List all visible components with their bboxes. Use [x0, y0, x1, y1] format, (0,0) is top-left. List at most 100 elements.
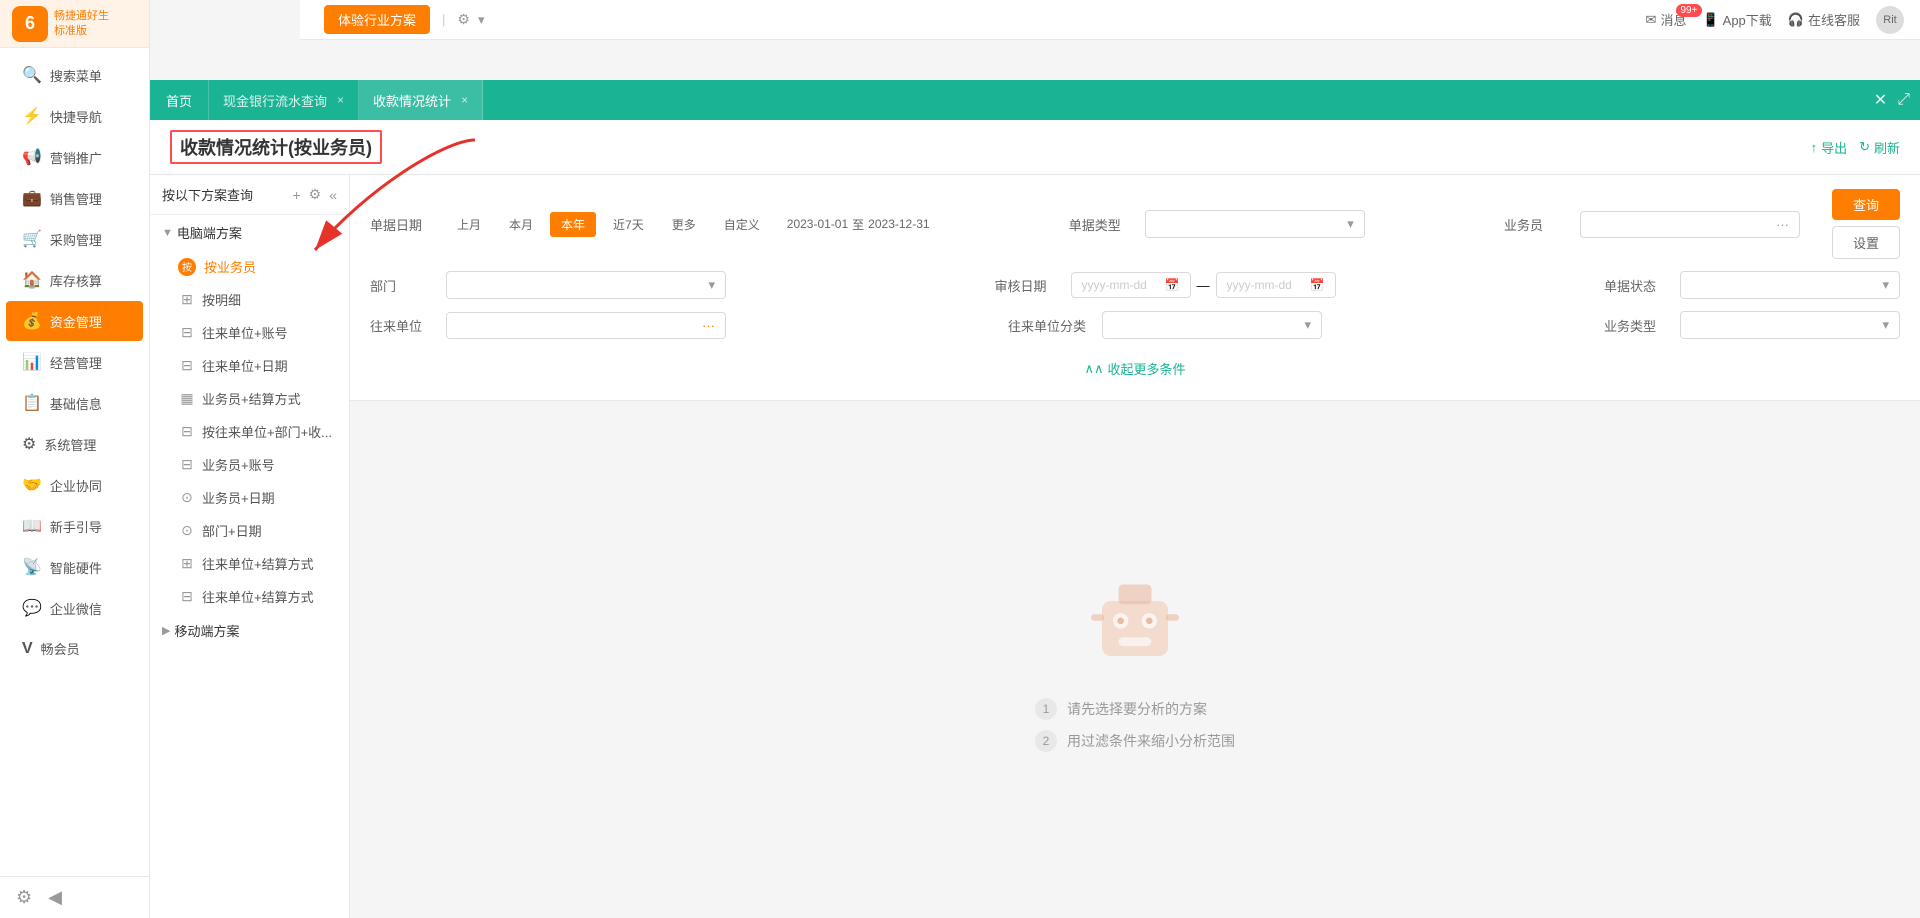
date-to-value: 2023-12-31 — [868, 217, 929, 231]
sidebar-item-purchase[interactable]: 🛒 采购管理 — [6, 219, 143, 259]
scheme-item-detail[interactable]: ⊞ 按明细 — [150, 283, 349, 316]
scheme-collapse-icon[interactable]: « — [329, 187, 337, 203]
maximize-window-icon[interactable]: ⤢ — [1897, 91, 1910, 109]
tab-cashflow[interactable]: 现金银行流水查询 × — [209, 80, 359, 120]
review-date-to-calendar[interactable]: 📅 — [1310, 278, 1325, 292]
trial-button[interactable]: 体验行业方案 — [324, 5, 430, 34]
date-tab-thisyear[interactable]: 本年 — [550, 212, 596, 237]
refresh-button[interactable]: ↻ 刷新 — [1859, 138, 1900, 157]
sidebar-item-finance[interactable]: 💰 资金管理 — [6, 301, 143, 341]
sidebar-item-marketing[interactable]: 📢 营销推广 — [6, 137, 143, 177]
partner-select[interactable]: ··· — [446, 312, 726, 339]
close-window-icon[interactable]: ✕ — [1874, 90, 1887, 110]
date-tab-more[interactable]: 更多 — [661, 212, 707, 237]
scheme-item-by-staff[interactable]: 按 按业务员 — [150, 250, 349, 283]
tab-collection-label: 收款情况统计 — [373, 91, 451, 110]
settings-footer-icon[interactable]: ⚙ — [16, 887, 32, 908]
online-service-btn[interactable]: 🎧 在线客服 — [1788, 10, 1860, 29]
tab-home[interactable]: 首页 — [150, 80, 209, 120]
query-button[interactable]: 查询 — [1832, 189, 1900, 220]
partner-classify-label: 往来单位分类 — [1008, 316, 1086, 335]
partner-classify-select[interactable]: ▾ — [1102, 311, 1322, 339]
sales-icon: 💼 — [22, 188, 42, 208]
scheme-item-partner-payment2[interactable]: ⊟ 往来单位+结算方式 — [150, 580, 349, 613]
scheme-panel: 按以下方案查询 + ⚙ « ▼ 电脑端方案 按 按业务员 ⊞ 按明细 — [150, 175, 350, 918]
date-tab-thismonth[interactable]: 本月 — [498, 212, 544, 237]
staff-select[interactable]: ··· — [1580, 211, 1800, 238]
scheme-item-dept-date[interactable]: ⊙ 部门+日期 — [150, 514, 349, 547]
voucher-status-select[interactable]: ▾ — [1680, 271, 1900, 299]
sidebar-item-search[interactable]: 🔍 搜索菜单 — [6, 55, 143, 95]
user-name-text: Rit — [1883, 14, 1896, 26]
scheme-item-partner-date[interactable]: ⊟ 往来单位+日期 — [150, 349, 349, 382]
sidebar-item-sales[interactable]: 💼 销售管理 — [6, 178, 143, 218]
sidebar-item-wechat[interactable]: 💬 企业微信 — [6, 588, 143, 628]
tab-collection[interactable]: 收款情况统计 × — [359, 80, 483, 120]
review-date-from-calendar[interactable]: 📅 — [1165, 278, 1180, 292]
top-header: 体验行业方案 | ⚙ ▾ ✉ 消息 99+ 📱 App下载 🎧 在线客服 Rit — [300, 0, 1920, 40]
staff-date-icon: ⊙ — [178, 489, 196, 507]
date-tab-7days[interactable]: 近7天 — [602, 212, 655, 237]
sidebar-item-basics[interactable]: 📋 基础信息 — [6, 383, 143, 423]
scheme-add-icon[interactable]: + — [292, 187, 300, 203]
settings-button[interactable]: 设置 — [1832, 226, 1900, 259]
scheme-group-pc[interactable]: ▼ 电脑端方案 — [150, 215, 349, 250]
scheme-item-label: 部门+日期 — [202, 521, 262, 540]
settings-icon[interactable]: ⚙ — [457, 11, 470, 28]
group-expand-icon: ▼ — [162, 227, 173, 239]
date-tab-lastmonth[interactable]: 上月 — [446, 212, 492, 237]
tab-bar-actions: ✕ ⤢ — [1874, 90, 1920, 110]
scheme-item-staff-payment[interactable]: ▦ 业务员+结算方式 — [150, 382, 349, 415]
sidebar-item-vip[interactable]: V 畅会员 — [6, 629, 143, 668]
sidebar-item-inventory[interactable]: 🏠 库存核算 — [6, 260, 143, 300]
partner-dots[interactable]: ··· — [702, 318, 715, 333]
scheme-item-partner-account[interactable]: ⊟ 往来单位+账号 — [150, 316, 349, 349]
sidebar-item-system[interactable]: ⚙ 系统管理 — [6, 424, 143, 464]
inventory-icon: 🏠 — [22, 270, 42, 290]
voucher-type-select[interactable]: ▾ — [1145, 210, 1365, 238]
dropdown-icon[interactable]: ▾ — [478, 12, 485, 28]
user-avatar[interactable]: Rit — [1876, 6, 1904, 34]
partner-classify-dropdown-icon: ▾ — [1304, 317, 1311, 333]
messages-btn[interactable]: ✉ 消息 99+ — [1646, 10, 1687, 29]
dept-select[interactable]: ▾ — [446, 271, 726, 299]
sidebar-item-label: 企业协同 — [50, 476, 102, 495]
scheme-item-staff-date[interactable]: ⊙ 业务员+日期 — [150, 481, 349, 514]
sidebar-item-label: 智能硬件 — [50, 558, 102, 577]
tab-bar: 首页 现金银行流水查询 × 收款情况统计 × ✕ ⤢ — [150, 80, 1920, 120]
tab-collection-close[interactable]: × — [461, 93, 468, 107]
tab-cashflow-close[interactable]: × — [337, 93, 344, 107]
sidebar-item-collab[interactable]: 🤝 企业协同 — [6, 465, 143, 505]
scheme-item-label: 按往来单位+部门+收... — [202, 422, 332, 441]
app-download-btn[interactable]: 📱 App下载 — [1702, 10, 1771, 29]
sidebar-item-quicknav[interactable]: ⚡ 快捷导航 — [6, 96, 143, 136]
sidebar-item-guide[interactable]: 📖 新手引导 — [6, 506, 143, 546]
sidebar-item-hardware[interactable]: 📡 智能硬件 — [6, 547, 143, 587]
scheme-item-partner-payment1[interactable]: ⊞ 往来单位+结算方式 — [150, 547, 349, 580]
date-tab-custom[interactable]: 自定义 — [713, 212, 771, 237]
scheme-group-mobile[interactable]: ▶ 移动端方案 — [150, 613, 349, 648]
export-button[interactable]: ↑ 导出 — [1811, 138, 1848, 157]
guide-icon: 📖 — [22, 516, 42, 536]
scheme-item-partner-dept[interactable]: ⊟ 按往来单位+部门+收... — [150, 415, 349, 448]
empty-state: 1 请先选择要分析的方案 2 用过滤条件来缩小分析范围 — [350, 401, 1920, 918]
wechat-icon: 💬 — [22, 598, 42, 618]
staff-account-icon: ⊟ — [178, 456, 196, 474]
query-btn-group: 查询 设置 — [1832, 189, 1900, 259]
date-tabs: 上月 本月 本年 近7天 更多 自定义 — [446, 212, 771, 237]
scheme-item-staff-account[interactable]: ⊟ 业务员+账号 — [150, 448, 349, 481]
collapse-sidebar-icon[interactable]: ◀ — [48, 887, 62, 908]
sidebar-item-label: 库存核算 — [50, 271, 102, 290]
scheme-settings-icon[interactable]: ⚙ — [309, 186, 322, 203]
sidebar-item-operations[interactable]: 📊 经营管理 — [6, 342, 143, 382]
collab-icon: 🤝 — [22, 475, 42, 495]
download-icon: 📱 — [1702, 12, 1718, 28]
sidebar-item-label: 搜索菜单 — [50, 66, 102, 85]
collapse-button[interactable]: ∧∧ 收起更多条件 — [370, 351, 1900, 386]
basics-icon: 📋 — [22, 393, 42, 413]
biz-type-select[interactable]: ▾ — [1680, 311, 1900, 339]
review-date-to[interactable]: yyyy-mm-dd 📅 — [1216, 272, 1336, 298]
staff-dots[interactable]: ··· — [1776, 217, 1789, 232]
scheme-header-label: 按以下方案查询 — [162, 185, 253, 204]
review-date-from[interactable]: yyyy-mm-dd 📅 — [1071, 272, 1191, 298]
